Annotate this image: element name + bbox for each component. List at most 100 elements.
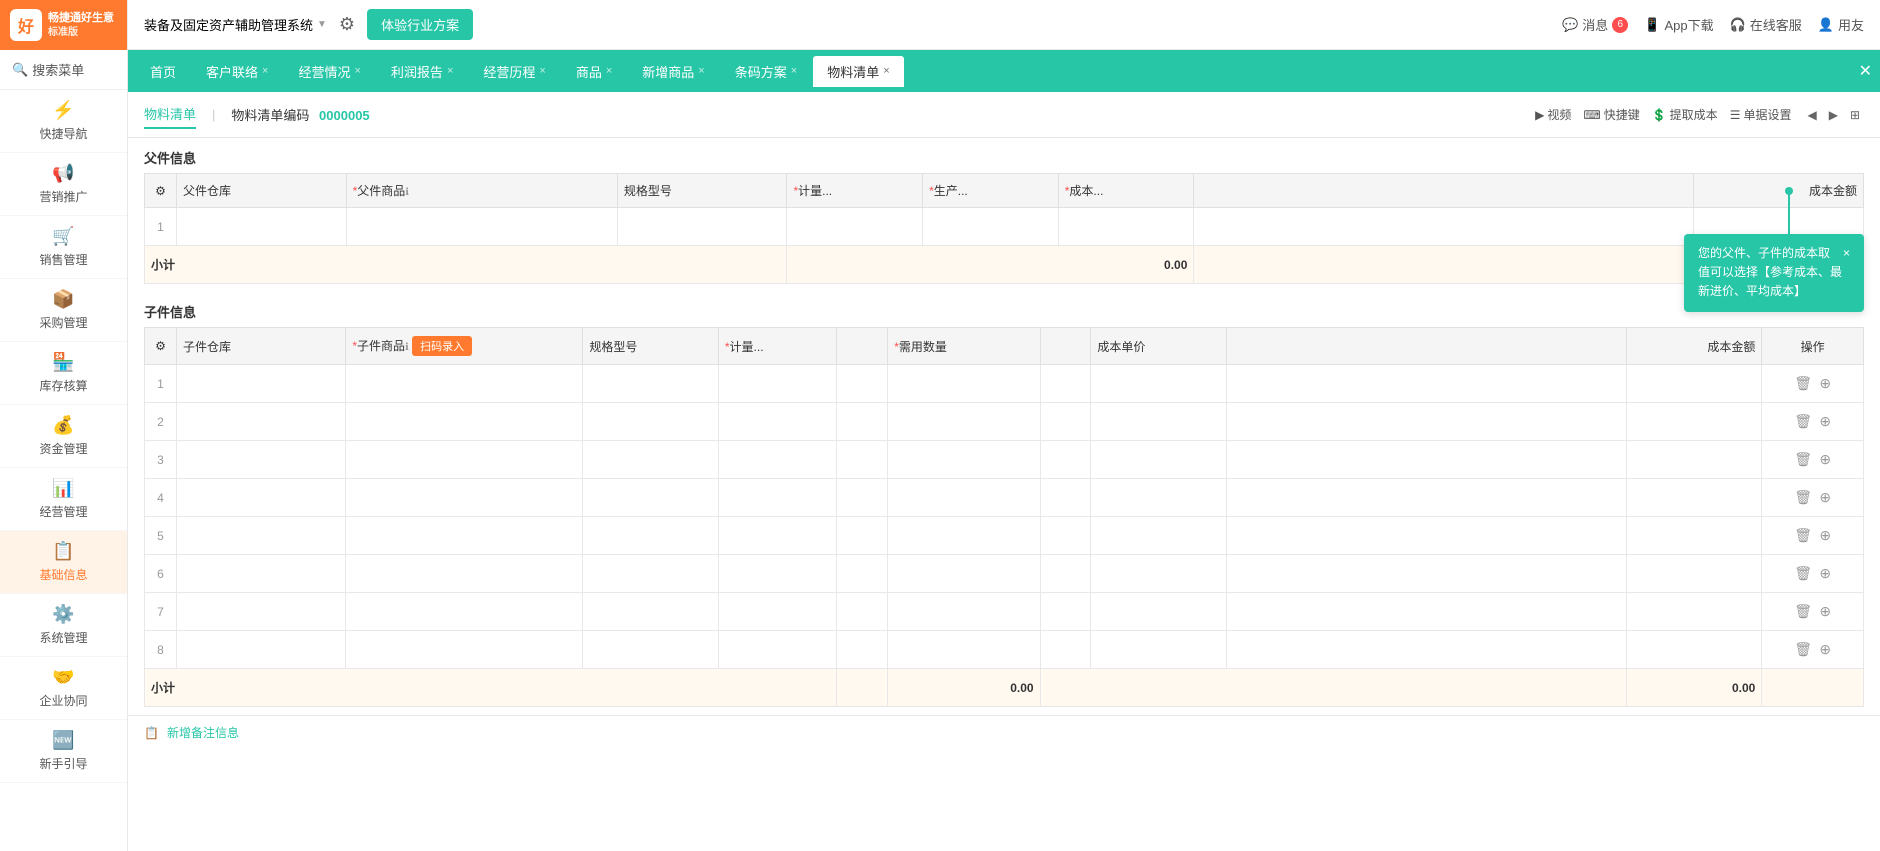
child-cell-spec-1[interactable]	[583, 365, 718, 403]
child-cell-qty-unit-1[interactable]	[718, 365, 837, 403]
nav-tab-close-icon[interactable]: ×	[606, 65, 612, 77]
bill-settings-button[interactable]: ☰ 单据设置	[1730, 106, 1792, 123]
config-icon-child[interactable]: ⚙	[155, 339, 166, 353]
child-cell-spec-2[interactable]	[583, 403, 718, 441]
delete-icon-7[interactable]: 🗑	[1794, 603, 1812, 619]
child-cell-need-qty-5[interactable]	[888, 517, 1040, 555]
child-cell-warehouse-4[interactable]	[177, 479, 346, 517]
child-cell-spec-5[interactable]	[583, 517, 718, 555]
copy-icon-4[interactable]: ⊕	[1819, 489, 1831, 505]
child-cell-warehouse-2[interactable]	[177, 403, 346, 441]
child-cell-unit-cost-1[interactable]	[1091, 365, 1226, 403]
child-cell-qty-unit-2[interactable]	[718, 403, 837, 441]
video-button[interactable]: ▶ 视频	[1535, 106, 1571, 123]
sidebar-item-sales[interactable]: 🛒 销售管理	[0, 216, 127, 279]
child-cell-spec-4[interactable]	[583, 479, 718, 517]
child-cell-need-qty-1[interactable]	[888, 365, 1040, 403]
copy-icon-8[interactable]: ⊕	[1819, 641, 1831, 657]
nav-tab-8[interactable]: 物料清单×	[813, 56, 903, 87]
delete-icon-3[interactable]: 🗑	[1794, 451, 1812, 467]
child-cell-warehouse-3[interactable]	[177, 441, 346, 479]
child-cell-need-qty-6[interactable]	[888, 555, 1040, 593]
nav-tab-0[interactable]: 首页	[136, 56, 190, 87]
child-cell-product-4[interactable]	[346, 479, 583, 517]
nav-tab-close-icon[interactable]: ×	[447, 65, 453, 77]
child-cell-qty-unit-7[interactable]	[718, 593, 837, 631]
sub-tab-bill-code[interactable]: 物料清单编码 0000005	[231, 101, 369, 128]
delete-icon-6[interactable]: 🗑	[1794, 565, 1812, 581]
child-cell-warehouse-8[interactable]	[177, 631, 346, 669]
child-cell-product-3[interactable]	[346, 441, 583, 479]
next-arrow[interactable]: ▶	[1825, 106, 1842, 124]
parent-cell-spec-1[interactable]	[617, 208, 787, 246]
nav-tab-close-icon[interactable]: ×	[262, 65, 268, 77]
child-cell-product-5[interactable]	[346, 517, 583, 555]
prev-arrow[interactable]: ◀	[1803, 106, 1820, 124]
child-cell-qty-unit-5[interactable]	[718, 517, 837, 555]
child-cell-need-qty-3[interactable]	[888, 441, 1040, 479]
nav-tab-close-icon[interactable]: ×	[883, 65, 889, 77]
nav-tab-1[interactable]: 客户联络×	[192, 56, 282, 87]
child-cell-warehouse-5[interactable]	[177, 517, 346, 555]
parent-cell-warehouse-1[interactable]	[177, 208, 347, 246]
sidebar-item-basic-info[interactable]: 📋 基础信息	[0, 531, 127, 594]
sidebar-item-guide[interactable]: 🆕 新手引导	[0, 720, 127, 783]
child-cell-product-6[interactable]	[346, 555, 583, 593]
nav-tab-4[interactable]: 经营历程×	[469, 56, 559, 87]
child-cell-spec-6[interactable]	[583, 555, 718, 593]
child-cell-qty-unit-6[interactable]	[718, 555, 837, 593]
grid-view-icon[interactable]: ⊞	[1846, 106, 1864, 124]
copy-icon-1[interactable]: ⊕	[1819, 375, 1831, 391]
copy-icon-3[interactable]: ⊕	[1819, 451, 1831, 467]
parent-cell-cost-1[interactable]	[1058, 208, 1194, 246]
child-cell-product-1[interactable]	[346, 365, 583, 403]
delete-icon-5[interactable]: 🗑	[1794, 527, 1812, 543]
child-cell-warehouse-6[interactable]	[177, 555, 346, 593]
child-cell-unit-cost-5[interactable]	[1091, 517, 1226, 555]
extract-cost-button[interactable]: 💲 提取成本	[1652, 106, 1718, 123]
child-cell-qty-unit-3[interactable]	[718, 441, 837, 479]
child-cell-product-7[interactable]	[346, 593, 583, 631]
sidebar-item-inventory[interactable]: 🏪 库存核算	[0, 342, 127, 405]
config-icon[interactable]: ⚙	[155, 184, 166, 198]
trial-button[interactable]: 体验行业方案	[367, 9, 473, 40]
parent-cell-qty-1[interactable]	[787, 208, 923, 246]
child-cell-need-qty-7[interactable]	[888, 593, 1040, 631]
app-download-button[interactable]: 📱 App下载	[1644, 15, 1713, 34]
delete-icon-4[interactable]: 🗑	[1794, 489, 1812, 505]
copy-icon-7[interactable]: ⊕	[1819, 603, 1831, 619]
child-cell-spec-3[interactable]	[583, 441, 718, 479]
nav-tab-2[interactable]: 经营情况×	[284, 56, 374, 87]
nav-tab-3[interactable]: 利润报告×	[377, 56, 467, 87]
parent-cell-product-1[interactable]	[346, 208, 617, 246]
sidebar-item-enterprise[interactable]: 🤝 企业协同	[0, 657, 127, 720]
sub-tab-bill-list[interactable]: 物料清单	[144, 100, 196, 129]
delete-icon-1[interactable]: 🗑	[1794, 375, 1812, 391]
nav-tab-6[interactable]: 新增商品×	[628, 56, 718, 87]
online-service-button[interactable]: 🎧 在线客服	[1730, 15, 1802, 34]
child-cell-need-qty-2[interactable]	[888, 403, 1040, 441]
child-cell-spec-7[interactable]	[583, 593, 718, 631]
sidebar-item-finance[interactable]: 💰 资金管理	[0, 405, 127, 468]
child-cell-unit-cost-3[interactable]	[1091, 441, 1226, 479]
nav-tab-5[interactable]: 商品×	[562, 56, 626, 87]
nav-tab-close-icon[interactable]: ×	[539, 65, 545, 77]
user-menu[interactable]: 👤 用友	[1818, 15, 1864, 34]
nav-tab-close-icon[interactable]: ×	[354, 65, 360, 77]
system-title-dropdown[interactable]: 装备及固定资产辅助管理系统 ▼	[144, 15, 327, 34]
sidebar-item-marketing[interactable]: 📢 营销推广	[0, 153, 127, 216]
add-note-label[interactable]: 新增备注信息	[167, 724, 239, 741]
copy-icon-2[interactable]: ⊕	[1819, 413, 1831, 429]
child-cell-product-8[interactable]	[346, 631, 583, 669]
sidebar-item-system[interactable]: ⚙️ 系统管理	[0, 594, 127, 657]
message-button[interactable]: 💬 消息 6	[1562, 15, 1628, 34]
sidebar-item-operation[interactable]: 📊 经营管理	[0, 468, 127, 531]
shortcut-button[interactable]: ⌨ 快捷键	[1583, 106, 1639, 123]
delete-icon-8[interactable]: 🗑	[1794, 641, 1812, 657]
sidebar-item-quick-nav[interactable]: ⚡ 快捷导航	[0, 90, 127, 153]
nav-tab-7[interactable]: 条码方案×	[721, 56, 811, 87]
copy-icon-5[interactable]: ⊕	[1819, 527, 1831, 543]
sidebar-search[interactable]: 🔍 搜索菜单	[0, 50, 127, 90]
child-cell-unit-cost-8[interactable]	[1091, 631, 1226, 669]
child-cell-warehouse-1[interactable]	[177, 365, 346, 403]
